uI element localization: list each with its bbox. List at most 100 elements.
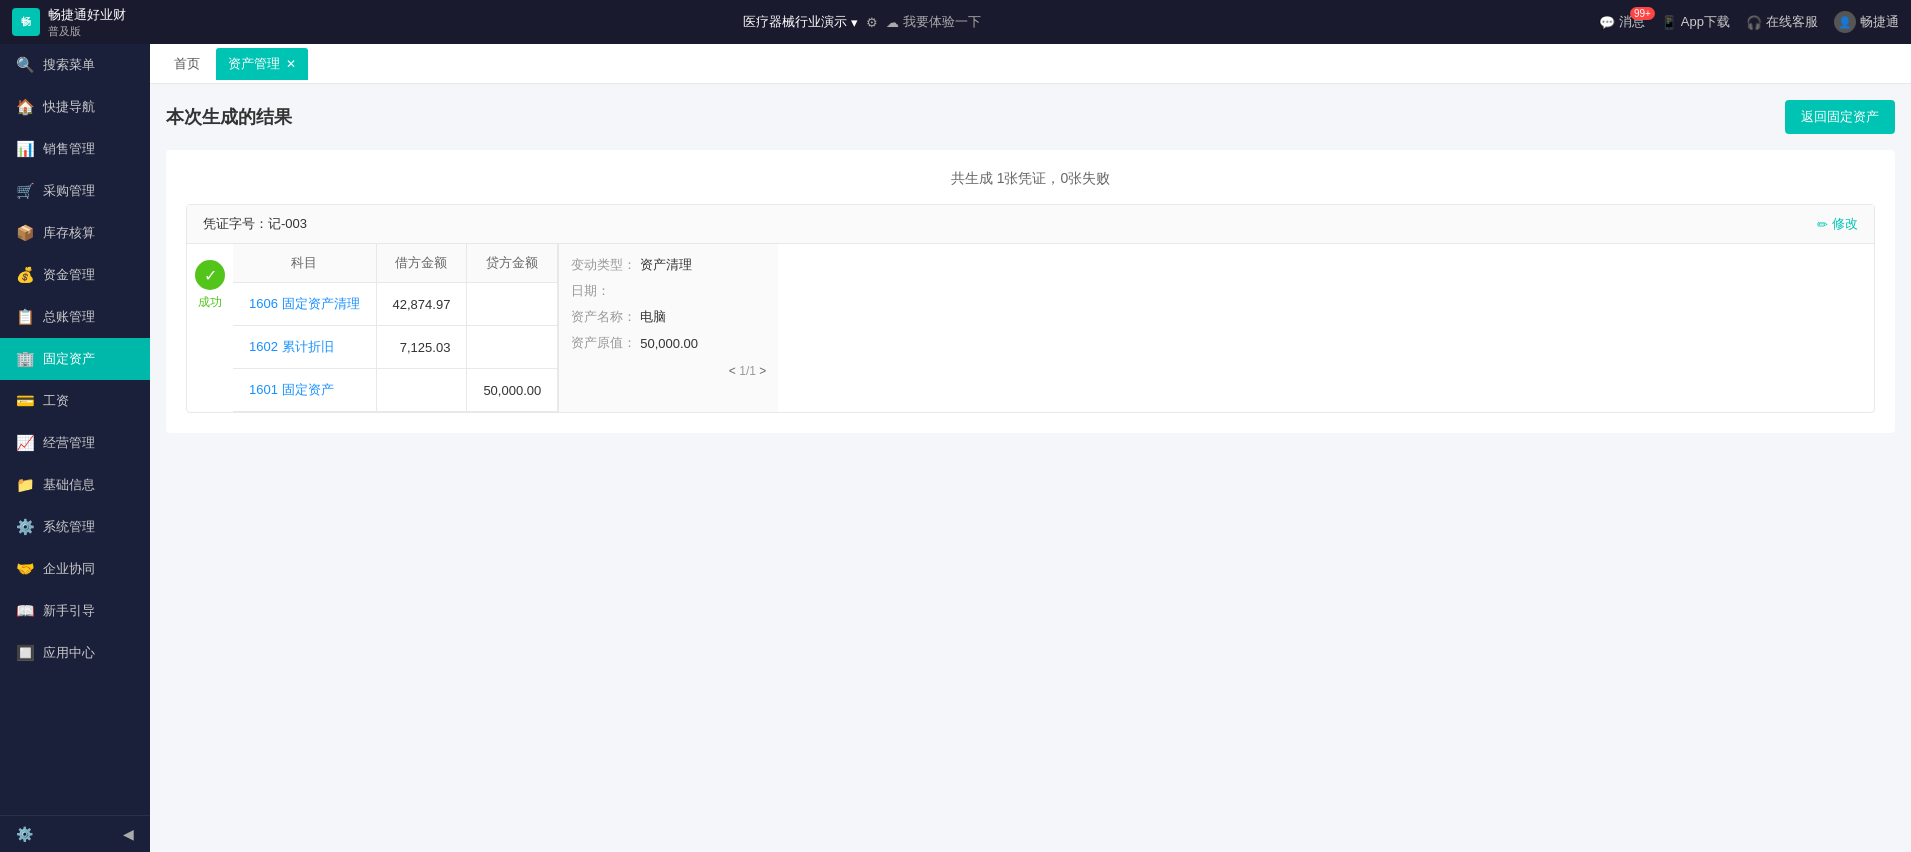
app-download-button[interactable]: 📱 App下载 [1661,13,1730,31]
company-name: 医疗器械行业演示 [743,13,847,31]
sidebar-item-fixedassets[interactable]: 🏢 固定资产 [0,338,150,380]
sidebar-label-sales: 销售管理 [43,140,95,158]
sidebar-label-purchase: 采购管理 [43,182,95,200]
side-panel-asset-name: 资产名称： 电脑 [571,308,766,326]
sidebar-label-business: 经营管理 [43,434,95,452]
user-menu[interactable]: 👤 畅捷通 [1834,11,1899,33]
pagination-label: 1/1 [739,364,759,378]
table-area: ✓ 成功 科目 借方金额 贷方金额 [187,244,558,412]
result-card: 共生成 1张凭证，0张失败 凭证字号：记-003 ✏ 修改 [166,150,1895,433]
tab-home[interactable]: 首页 [162,48,212,80]
settings-bottom-icon[interactable]: ⚙️ [16,826,33,842]
row2-debit: 7,125.03 [376,326,467,369]
voucher-header: 凭证字号：记-003 ✏ 修改 [187,205,1874,244]
top-bar-left: 畅 畅捷通好业财 普及版 [12,6,126,39]
change-type-label: 变动类型： [571,256,636,274]
system-icon: ⚙️ [16,518,35,536]
sidebar: 🔍 搜索菜单 🏠 快捷导航 📊 销售管理 🛒 采购管理 📦 库存核算 💰 [0,44,150,852]
sidebar-item-ledger[interactable]: 📋 总账管理 [0,296,150,338]
collapse-icon[interactable]: ◀ [123,826,134,842]
sidebar-item-search[interactable]: 🔍 搜索菜单 [0,44,150,86]
row2-credit [467,326,558,369]
status-label: 成功 [198,294,222,311]
page-header: 本次生成的结果 返回固定资产 [166,100,1895,134]
company-selector[interactable]: 医疗器械行业演示 ▾ [743,13,858,31]
logo-name: 畅捷通好业财 [48,6,126,24]
headset-icon: 🎧 [1746,15,1762,30]
sidebar-item-cooperation[interactable]: 🤝 企业协同 [0,548,150,590]
sidebar-label-search: 搜索菜单 [43,56,95,74]
sidebar-label-basics: 基础信息 [43,476,95,494]
tab-assets[interactable]: 资产管理 ✕ [216,48,308,80]
tab-close-icon[interactable]: ✕ [286,57,296,71]
gear-button[interactable]: ⚙ [866,15,878,30]
sidebar-item-business[interactable]: 📈 经营管理 [0,422,150,464]
sidebar-scroll: 🔍 搜索菜单 🏠 快捷导航 📊 销售管理 🛒 采购管理 📦 库存核算 💰 [0,44,150,815]
side-panel-date: 日期： [571,282,766,300]
asset-name-value: 电脑 [640,308,666,326]
sidebar-item-basics[interactable]: 📁 基础信息 [0,464,150,506]
sidebar-item-sales[interactable]: 📊 销售管理 [0,128,150,170]
avatar: 👤 [1834,11,1856,33]
row2-subject[interactable]: 1602 累计折旧 [233,326,376,369]
messages-button[interactable]: 💬 消息 99+ [1599,13,1645,31]
sidebar-item-guide[interactable]: 📖 新手引导 [0,590,150,632]
sidebar-item-quicknav[interactable]: 🏠 快捷导航 [0,86,150,128]
search-icon: 🔍 [16,56,35,74]
home-icon: 🏠 [16,98,35,116]
table-wrap: 科目 借方金额 贷方金额 1606 固定资产清理 42,874. [233,244,558,412]
row1-debit: 42,874.97 [376,283,467,326]
experience-button[interactable]: ☁ 我要体验一下 [886,13,981,31]
sidebar-item-funds[interactable]: 💰 资金管理 [0,254,150,296]
original-value-value: 50,000.00 [640,336,698,351]
row1-subject[interactable]: 1606 固定资产清理 [233,283,376,326]
appcenter-icon: 🔲 [16,644,35,662]
sidebar-label-appcenter: 应用中心 [43,644,95,662]
side-panel-change-type: 变动类型： 资产清理 [571,256,766,274]
salary-icon: 💳 [16,392,35,410]
sidebar-item-appcenter[interactable]: 🔲 应用中心 [0,632,150,674]
sidebar-label-guide: 新手引导 [43,602,95,620]
table-row: 1601 固定资产 50,000.00 [233,369,558,412]
side-panel-pagination: < 1/1 > [571,364,766,378]
row3-subject[interactable]: 1601 固定资产 [233,369,376,412]
funds-icon: 💰 [16,266,35,284]
prev-page-icon[interactable]: < [729,364,736,378]
edit-button[interactable]: ✏ 修改 [1817,215,1858,233]
guide-icon: 📖 [16,602,35,620]
online-service-button[interactable]: 🎧 在线客服 [1746,13,1818,31]
col-credit: 贷方金额 [467,244,558,283]
cooperation-icon: 🤝 [16,560,35,578]
inventory-icon: 📦 [16,224,35,242]
voucher-section: 凭证字号：记-003 ✏ 修改 ✓ 成功 [186,204,1875,413]
fixedassets-icon: 🏢 [16,350,35,368]
row1-credit [467,283,558,326]
top-bar: 畅 畅捷通好业财 普及版 医疗器械行业演示 ▾ ⚙ ☁ 我要体验一下 💬 消息 … [0,0,1911,44]
content-area: 首页 资产管理 ✕ 本次生成的结果 返回固定资产 共生成 1张凭证，0张失败 [150,44,1911,852]
sidebar-item-system[interactable]: ⚙️ 系统管理 [0,506,150,548]
sidebar-item-inventory[interactable]: 📦 库存核算 [0,212,150,254]
success-icon: ✓ [195,260,225,290]
phone-icon: 📱 [1661,15,1677,30]
logo-sub: 普及版 [48,24,126,39]
cloud-icon: ☁ [886,15,899,30]
next-page-icon[interactable]: > [759,364,766,378]
main-layout: 🔍 搜索菜单 🏠 快捷导航 📊 销售管理 🛒 采购管理 📦 库存核算 💰 [0,44,1911,852]
table-row: 1602 累计折旧 7,125.03 [233,326,558,369]
asset-name-label: 资产名称： [571,308,636,326]
change-type-value: 资产清理 [640,256,692,274]
voucher-body: ✓ 成功 科目 借方金额 贷方金额 [187,244,1874,412]
dropdown-icon: ▾ [851,15,858,30]
edit-icon: ✏ [1817,217,1828,232]
row3-debit [376,369,467,412]
status-wrap: ✓ 成功 [187,244,233,327]
side-panel: 变动类型： 资产清理 日期： 资产名称： 电脑 [558,244,778,412]
voucher-code: 凭证字号：记-003 [203,215,307,233]
return-button[interactable]: 返回固定资产 [1785,100,1895,134]
page-title: 本次生成的结果 [166,105,292,129]
sidebar-item-salary[interactable]: 💳 工资 [0,380,150,422]
sidebar-label-cooperation: 企业协同 [43,560,95,578]
sidebar-label-quicknav: 快捷导航 [43,98,95,116]
sidebar-item-purchase[interactable]: 🛒 采购管理 [0,170,150,212]
purchase-icon: 🛒 [16,182,35,200]
